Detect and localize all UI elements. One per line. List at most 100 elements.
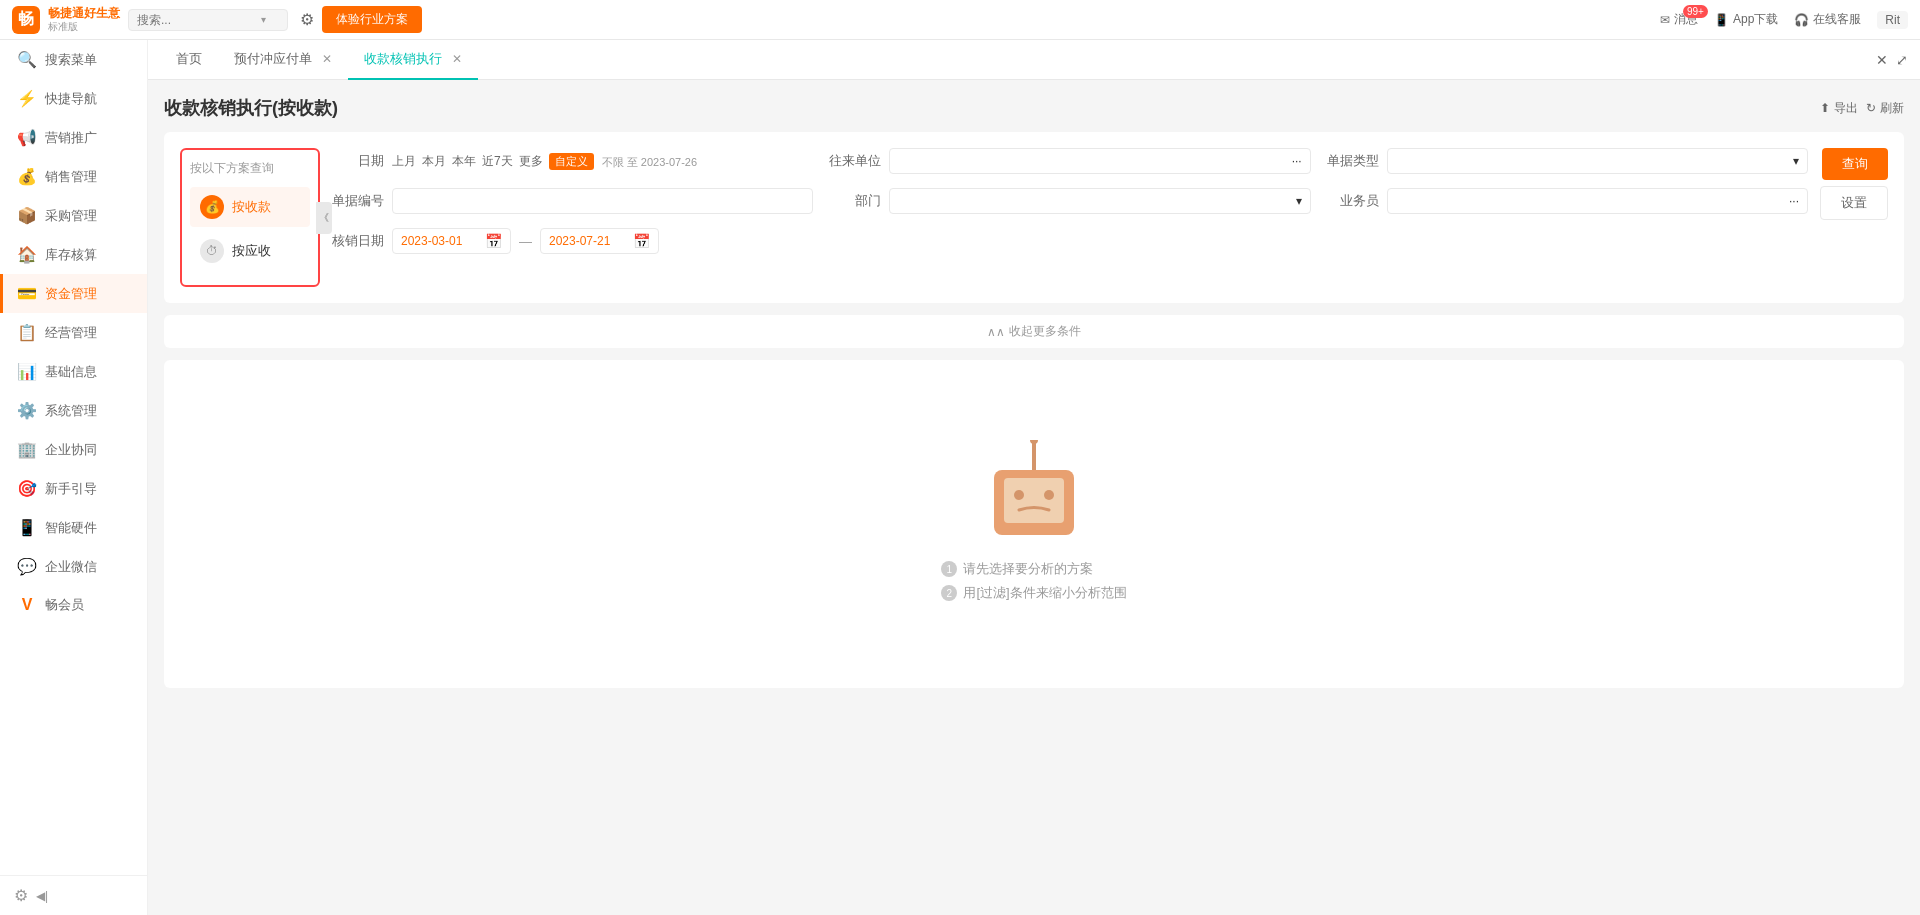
headset-icon: 🎧 bbox=[1794, 13, 1809, 27]
shortcut-7days[interactable]: 近7天 bbox=[482, 153, 513, 170]
tab-prepay-close[interactable]: ✕ bbox=[322, 52, 332, 66]
docno-label: 单据编号 bbox=[332, 192, 384, 210]
empty-illustration bbox=[974, 440, 1094, 540]
refresh-button[interactable]: ↻ 刷新 bbox=[1866, 100, 1904, 117]
money-icon: 💰 bbox=[17, 167, 37, 186]
sidebar-item-member[interactable]: V 畅会员 bbox=[0, 586, 147, 624]
tab-prepay[interactable]: 预付冲应付单 ✕ bbox=[218, 40, 348, 80]
app-download-action[interactable]: 📱 App下载 bbox=[1714, 11, 1778, 28]
query-sidebar-title: 按以下方案查询 bbox=[190, 160, 310, 177]
doctype-group: 单据类型 ▾ bbox=[1327, 148, 1808, 174]
settings-icon[interactable]: ⚙ bbox=[300, 10, 314, 29]
settings-bottom-icon[interactable]: ⚙ bbox=[14, 886, 28, 905]
phone-icon: 📱 bbox=[1714, 13, 1729, 27]
date-unlimited-hint: 不限 至 2023-07-26 bbox=[602, 155, 697, 170]
export-button[interactable]: ⬆ 导出 bbox=[1820, 100, 1858, 117]
sidebar-item-marketing[interactable]: 📢 营销推广 bbox=[0, 118, 147, 157]
collapse-sidebar-icon[interactable]: ◀| bbox=[36, 889, 48, 903]
shortcut-this-month[interactable]: 本月 bbox=[422, 153, 446, 170]
header-actions: ✉ 消息 99+ 📱 App下载 🎧 在线客服 Rit bbox=[1660, 11, 1908, 29]
sidebar-item-finance[interactable]: 💳 资金管理 bbox=[0, 274, 147, 313]
partner-select[interactable]: ··· bbox=[889, 148, 1310, 174]
ellipsis-staff-icon: ··· bbox=[1789, 194, 1799, 208]
writeoff-date-range: 📅 — 📅 bbox=[392, 228, 659, 254]
filter-row-1: 日期 上月 本月 本年 近7天 更多 自定义 bbox=[332, 148, 1808, 174]
version-label: 标准版 bbox=[48, 21, 120, 33]
writeoff-end-input[interactable] bbox=[549, 234, 629, 248]
date-group: 日期 上月 本月 本年 近7天 更多 自定义 bbox=[332, 152, 813, 170]
sidebar-bottom: ⚙ ◀| bbox=[0, 875, 147, 915]
custom-badge[interactable]: 自定义 bbox=[549, 153, 594, 170]
top-bar: 畅 畅捷通好生意 标准版 ▾ ⚙ 体验行业方案 ✉ 消息 99+ 📱 App下载… bbox=[0, 0, 1920, 40]
v-icon: V bbox=[17, 596, 37, 614]
tab-expand-btn[interactable]: ⤢ bbox=[1896, 52, 1908, 68]
main-content: 首页 预付冲应付单 ✕ 收款核销执行 ✕ ✕ ⤢ 收款核销执行(按收款) bbox=[148, 40, 1920, 915]
docno-input[interactable] bbox=[392, 188, 813, 214]
support-action[interactable]: 🎧 在线客服 bbox=[1794, 11, 1861, 28]
calendar-end-icon[interactable]: 📅 bbox=[633, 233, 650, 249]
shortcut-more[interactable]: 更多 bbox=[519, 153, 543, 170]
user-name: Rit bbox=[1885, 13, 1900, 27]
shortcut-last-month[interactable]: 上月 bbox=[392, 153, 416, 170]
sidebar-item-wechat[interactable]: 💬 企业微信 bbox=[0, 547, 147, 586]
user-info[interactable]: Rit bbox=[1877, 11, 1908, 29]
sidebar-collapse-btn[interactable]: 《 bbox=[316, 202, 332, 234]
content-area: 收款核销执行(按收款) ⬆ 导出 ↻ 刷新 按以下方案查询 bbox=[148, 80, 1920, 915]
sidebar-item-inventory[interactable]: 🏠 库存核算 bbox=[0, 235, 147, 274]
query-option-receivable[interactable]: ⏱ 按应收 bbox=[190, 231, 310, 271]
query-button[interactable]: 查询 bbox=[1822, 148, 1888, 180]
target-icon: 🎯 bbox=[17, 479, 37, 498]
message-icon: ✉ bbox=[1660, 13, 1670, 27]
empty-state: 1 请先选择要分析的方案 2 用[过滤]条件来缩小分析范围 bbox=[164, 360, 1904, 688]
sidebar-item-hardware[interactable]: 📱 智能硬件 bbox=[0, 508, 147, 547]
search-input[interactable] bbox=[137, 13, 257, 27]
box-icon: 📦 bbox=[17, 206, 37, 225]
search-box[interactable]: ▾ bbox=[128, 9, 288, 31]
doctype-select[interactable]: ▾ bbox=[1387, 148, 1808, 174]
refresh-icon: ↻ bbox=[1866, 101, 1876, 115]
sidebar-item-sales[interactable]: 💰 销售管理 bbox=[0, 157, 147, 196]
hint-num-1: 1 bbox=[941, 561, 957, 577]
sidebar-item-enterprise[interactable]: 🏢 企业协同 bbox=[0, 430, 147, 469]
sidebar-item-system[interactable]: ⚙️ 系统管理 bbox=[0, 391, 147, 430]
sidebar-item-purchase[interactable]: 📦 采购管理 bbox=[0, 196, 147, 235]
staff-select[interactable]: ··· bbox=[1387, 188, 1808, 214]
chart-icon: 📊 bbox=[17, 362, 37, 381]
sidebar-item-operations[interactable]: 📋 经营管理 bbox=[0, 313, 147, 352]
sidebar-item-basic[interactable]: 📊 基础信息 bbox=[0, 352, 147, 391]
home-icon: 🏠 bbox=[17, 245, 37, 264]
writeoff-start-input-group: 📅 bbox=[392, 228, 511, 254]
hint-num-2: 2 bbox=[941, 585, 957, 601]
date-shortcuts: 上月 本月 本年 近7天 更多 自定义 bbox=[392, 153, 594, 170]
sidebar-item-quicknav[interactable]: ⚡ 快捷导航 bbox=[0, 79, 147, 118]
receivable-icon: ⏱ bbox=[200, 239, 224, 263]
query-sidebar: 按以下方案查询 💰 按收款 ⏱ 按应收 《 bbox=[180, 148, 320, 287]
message-action[interactable]: ✉ 消息 99+ bbox=[1660, 11, 1698, 28]
megaphone-icon: 📢 bbox=[17, 128, 37, 147]
empty-svg bbox=[974, 440, 1094, 540]
tab-home[interactable]: 首页 bbox=[160, 40, 218, 80]
brand-name: 畅捷通好生意 bbox=[48, 6, 120, 20]
settings-button[interactable]: 设置 bbox=[1820, 186, 1888, 220]
calendar-start-icon[interactable]: 📅 bbox=[485, 233, 502, 249]
partner-label: 往来单位 bbox=[829, 152, 881, 170]
tab-current[interactable]: 收款核销执行 ✕ bbox=[348, 40, 478, 80]
tab-close-btn[interactable]: ✕ bbox=[1876, 52, 1888, 68]
filter-fields: 日期 上月 本月 本年 近7天 更多 自定义 bbox=[332, 148, 1808, 287]
search-icon: 🔍 bbox=[17, 50, 37, 69]
sidebar-item-search[interactable]: 🔍 搜索菜单 bbox=[0, 40, 147, 79]
tab-current-close[interactable]: ✕ bbox=[452, 52, 462, 66]
shortcut-this-year[interactable]: 本年 bbox=[452, 153, 476, 170]
writeoff-date-group: 核销日期 📅 — 📅 bbox=[332, 228, 1808, 254]
filter-row-2: 单据编号 部门 ▾ 业务员 bbox=[332, 188, 1808, 214]
solution-button[interactable]: 体验行业方案 bbox=[322, 6, 422, 33]
writeoff-date-label: 核销日期 bbox=[332, 232, 384, 250]
query-option-receipt[interactable]: 💰 按收款 bbox=[190, 187, 310, 227]
page-title: 收款核销执行(按收款) bbox=[164, 96, 338, 120]
sidebar-item-guide[interactable]: 🎯 新手引导 bbox=[0, 469, 147, 508]
collapse-more-bar[interactable]: ∧∧ 收起更多条件 bbox=[164, 315, 1904, 348]
svg-point-1 bbox=[1030, 440, 1038, 444]
tab-bar: 首页 预付冲应付单 ✕ 收款核销执行 ✕ ✕ ⤢ bbox=[148, 40, 1920, 80]
writeoff-start-input[interactable] bbox=[401, 234, 481, 248]
dept-select[interactable]: ▾ bbox=[889, 188, 1310, 214]
